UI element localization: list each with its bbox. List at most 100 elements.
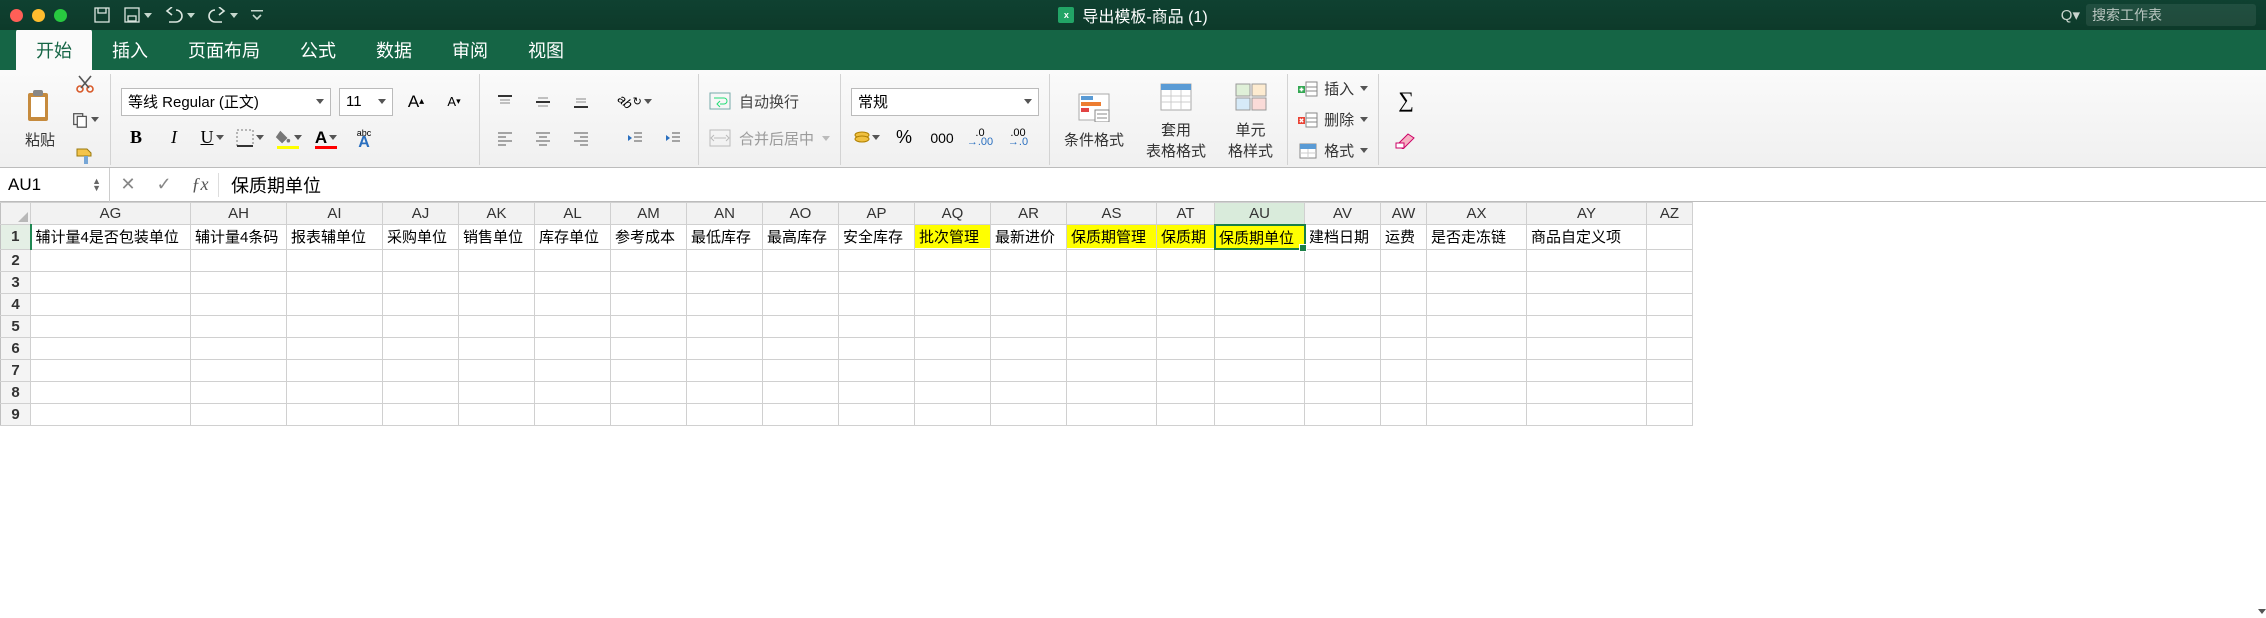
cell[interactable] (1427, 249, 1527, 271)
column-header[interactable]: AJ (383, 203, 459, 225)
cell[interactable] (287, 359, 383, 381)
column-header[interactable]: AL (535, 203, 611, 225)
cell[interactable] (1157, 293, 1215, 315)
comma-format-button[interactable]: 000 (927, 124, 957, 152)
cell[interactable] (383, 249, 459, 271)
cell[interactable] (191, 403, 287, 425)
format-as-table-button[interactable]: 套用 表格格式 (1142, 77, 1210, 163)
column-header[interactable]: AP (839, 203, 915, 225)
cell[interactable] (915, 315, 991, 337)
cell[interactable] (1305, 249, 1381, 271)
increase-decimal-button[interactable]: .0→.00 (965, 124, 995, 152)
cell[interactable] (763, 381, 839, 403)
column-header[interactable]: AY (1527, 203, 1647, 225)
cell[interactable] (535, 359, 611, 381)
cell[interactable] (459, 315, 535, 337)
cell[interactable]: 参考成本 (611, 225, 687, 250)
conditional-formatting-button[interactable]: 条件格式 (1060, 87, 1128, 152)
cell[interactable]: 报表辅单位 (287, 225, 383, 250)
cell[interactable] (687, 271, 763, 293)
cell[interactable]: 商品自定义项 (1527, 225, 1647, 250)
cell[interactable] (915, 381, 991, 403)
cell[interactable] (1527, 293, 1647, 315)
cell[interactable] (915, 271, 991, 293)
search-sheets-input[interactable] (2086, 4, 2256, 26)
cell[interactable] (1305, 381, 1381, 403)
align-top-button[interactable] (490, 88, 520, 116)
cell[interactable] (839, 249, 915, 271)
paste-button[interactable]: 粘贴 (18, 87, 62, 152)
cell[interactable] (191, 271, 287, 293)
cell[interactable] (991, 315, 1067, 337)
column-header[interactable]: AS (1067, 203, 1157, 225)
cell[interactable] (763, 293, 839, 315)
cell[interactable] (383, 359, 459, 381)
close-window-button[interactable] (10, 9, 23, 22)
cell[interactable] (611, 249, 687, 271)
cell[interactable]: 采购单位 (383, 225, 459, 250)
decrease-decimal-button[interactable]: .00→.0 (1003, 124, 1033, 152)
cell[interactable] (687, 249, 763, 271)
percent-format-button[interactable]: % (889, 124, 919, 152)
increase-indent-button[interactable] (658, 124, 688, 152)
cell[interactable] (839, 403, 915, 425)
cell[interactable]: 最新进价 (991, 225, 1067, 250)
cell[interactable] (459, 403, 535, 425)
cell[interactable] (991, 249, 1067, 271)
insert-function-button[interactable]: ƒx (182, 174, 218, 195)
cell[interactable]: 辅计量4条码 (191, 225, 287, 250)
enter-formula-button[interactable]: ✓ (146, 174, 182, 195)
row-header[interactable]: 9 (1, 403, 31, 425)
name-box[interactable]: AU1 ▲▼ (0, 168, 110, 202)
tab-data[interactable]: 数据 (356, 29, 432, 70)
cell[interactable] (839, 381, 915, 403)
autosave-icon[interactable] (93, 6, 111, 24)
column-header[interactable]: AW (1381, 203, 1427, 225)
cell[interactable] (687, 381, 763, 403)
cell[interactable] (287, 337, 383, 359)
cell[interactable] (191, 337, 287, 359)
cell[interactable] (1527, 403, 1647, 425)
cell[interactable] (191, 315, 287, 337)
cell[interactable] (991, 337, 1067, 359)
cell[interactable] (191, 249, 287, 271)
cell[interactable] (383, 271, 459, 293)
align-bottom-button[interactable] (566, 88, 596, 116)
cell[interactable] (459, 293, 535, 315)
cell[interactable] (687, 315, 763, 337)
redo-button[interactable] (207, 7, 238, 23)
cell[interactable] (839, 337, 915, 359)
cell[interactable] (1427, 315, 1527, 337)
cell[interactable] (991, 271, 1067, 293)
accounting-format-button[interactable] (851, 124, 881, 152)
column-header[interactable]: AG (31, 203, 191, 225)
autosum-button[interactable]: ∑ (1389, 86, 1423, 114)
cell[interactable]: 批次管理 (915, 225, 991, 250)
customize-qat-button[interactable] (250, 8, 264, 22)
row-header[interactable]: 1 (1, 225, 31, 250)
cell[interactable] (459, 337, 535, 359)
row-header[interactable]: 4 (1, 293, 31, 315)
cell[interactable] (1067, 403, 1157, 425)
cell[interactable] (191, 359, 287, 381)
cell[interactable] (1215, 403, 1305, 425)
tab-review[interactable]: 审阅 (432, 29, 508, 70)
column-header[interactable]: AM (611, 203, 687, 225)
cell[interactable] (1427, 337, 1527, 359)
cell[interactable] (1427, 359, 1527, 381)
cell[interactable] (915, 403, 991, 425)
cell[interactable] (1381, 293, 1427, 315)
cell[interactable] (383, 293, 459, 315)
cancel-formula-button[interactable]: ✕ (110, 174, 146, 195)
cell[interactable] (1157, 315, 1215, 337)
cell[interactable] (1157, 271, 1215, 293)
cell[interactable] (1527, 359, 1647, 381)
decrease-font-button[interactable]: A▾ (439, 88, 469, 116)
select-all-corner[interactable] (1, 203, 31, 225)
column-header[interactable]: AX (1427, 203, 1527, 225)
cell[interactable] (839, 271, 915, 293)
increase-font-button[interactable]: A▴ (401, 88, 431, 116)
tab-formulas[interactable]: 公式 (280, 29, 356, 70)
spreadsheet-grid[interactable]: AGAHAIAJAKALAMANAOAPAQARASATAUAVAWAXAYAZ… (0, 202, 2266, 426)
cell[interactable]: 最高库存 (763, 225, 839, 250)
